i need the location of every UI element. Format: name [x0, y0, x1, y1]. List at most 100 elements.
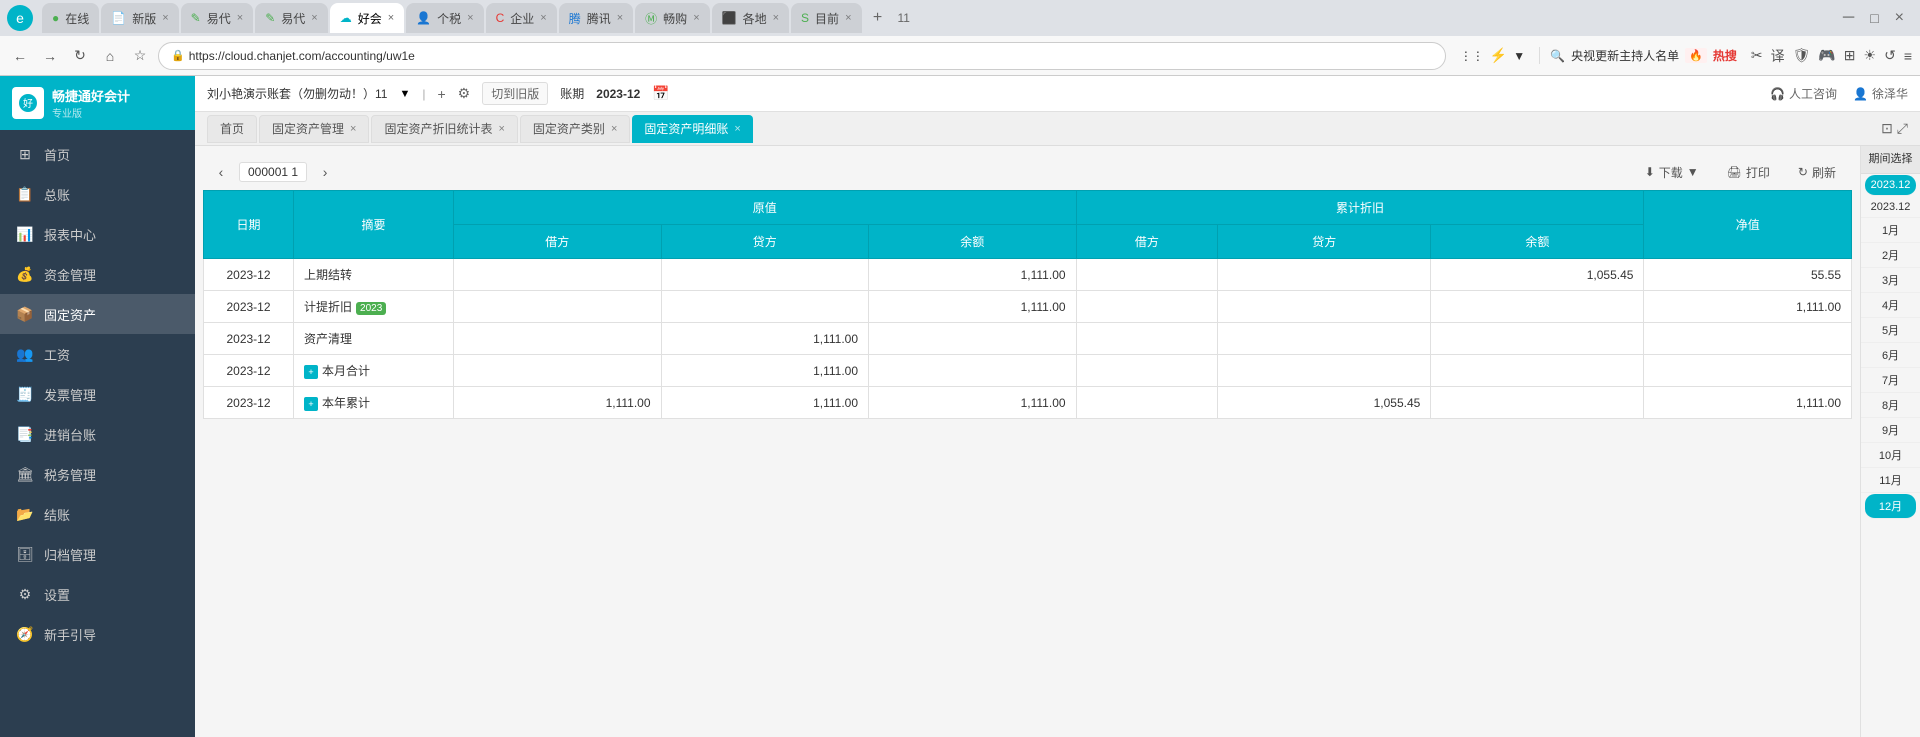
period-item[interactable]: 6月 [1861, 343, 1920, 368]
period-item[interactable]: 2月 [1861, 243, 1920, 268]
period-item[interactable]: 3月 [1861, 268, 1920, 293]
period-item[interactable]: 2023.12 [1861, 197, 1920, 218]
page-tab-home[interactable]: 首页 [207, 115, 257, 143]
cell-date: 2023-12 [204, 259, 294, 291]
tab-restore-icon[interactable]: ⊡ [1881, 120, 1893, 137]
sidebar-item-purchase-sales[interactable]: 📑 进销台账 [0, 414, 195, 454]
fixed-assets-table: 日期 摘要 原值 累计折旧 净值 借方 贷方 余额 借方 [203, 190, 1852, 419]
browser-tab-yidai1[interactable]: ✎ 易代 × [181, 3, 254, 33]
prev-page-btn[interactable]: ‹ [211, 162, 231, 182]
tab-more-btn[interactable]: 11 [898, 11, 910, 25]
browser-tab-chang[interactable]: Ⓜ 畅购 × [635, 3, 709, 33]
tab-close-new[interactable]: × [162, 12, 168, 24]
tab-close-yidai2[interactable]: × [311, 12, 317, 24]
sidebar-item-close-account[interactable]: 📂 结账 [0, 494, 195, 534]
page-tab-category-close[interactable]: × [611, 123, 617, 135]
window-minimize-btn[interactable]: ─ [1839, 9, 1858, 27]
cell-accum-balance: 1,055.45 [1431, 259, 1644, 291]
page-tab-detail[interactable]: 固定资产明细账 × [632, 115, 752, 143]
browser-tab-geshui[interactable]: 👤 个税 × [406, 3, 483, 33]
next-page-btn[interactable]: › [315, 162, 335, 182]
customer-service-btn[interactable]: 🎧 人工咨询 [1770, 85, 1837, 102]
tab-close-tencent[interactable]: × [617, 12, 623, 24]
period-item[interactable]: 2023.12 [1865, 175, 1916, 196]
tab-close-haokuai[interactable]: × [388, 12, 394, 24]
new-account-btn[interactable]: + [437, 86, 445, 102]
sidebar-item-tax[interactable]: 🏛 税务管理 [0, 454, 195, 494]
tab-close-chang[interactable]: × [693, 12, 699, 24]
page-tab-category[interactable]: 固定资产类别 × [520, 115, 630, 143]
reload-button[interactable]: ↻ [68, 44, 92, 68]
sidebar-item-ledger[interactable]: 📋 总账 [0, 174, 195, 214]
forward-button[interactable]: → [38, 44, 62, 68]
browser-tab-yidai2[interactable]: ✎ 易代 × [255, 3, 328, 33]
page-tab-depreciation-close[interactable]: × [498, 123, 504, 135]
menu-icon[interactable]: ≡ [1904, 48, 1912, 64]
period-item[interactable]: 7月 [1861, 368, 1920, 393]
period-item[interactable]: 11月 [1861, 468, 1920, 493]
period-item[interactable]: 12月 [1865, 494, 1916, 519]
window-close-btn[interactable]: × [1891, 9, 1908, 27]
browser-tab-online[interactable]: ● 在线 [42, 3, 99, 33]
new-tab-button[interactable]: + [864, 4, 892, 32]
sidebar-item-settings[interactable]: ⚙ 设置 [0, 574, 195, 614]
period-calendar-icon[interactable]: 📅 [652, 85, 669, 102]
account-dropdown-icon[interactable]: ▼ [399, 88, 410, 100]
tab-close-muqian[interactable]: × [845, 12, 851, 24]
back-button[interactable]: ← [8, 44, 32, 68]
browser-tab-new[interactable]: 📄 新版 × [101, 3, 178, 33]
bookmark-button[interactable]: ☆ [128, 44, 152, 68]
tab-close-gedi[interactable]: × [773, 12, 779, 24]
history-icon[interactable]: ↺ [1884, 47, 1896, 64]
period-value: 2023-12 [596, 87, 640, 101]
user-profile-btn[interactable]: 👤 徐泽华 [1853, 85, 1908, 102]
print-btn[interactable]: 🖨 打印 [1719, 160, 1778, 185]
tab-expand-icon[interactable]: ⤢ [1897, 120, 1908, 137]
layout-icon[interactable]: ⊞ [1844, 47, 1856, 64]
switch-version-btn[interactable]: 切到旧版 [482, 82, 548, 105]
period-item[interactable]: 4月 [1861, 293, 1920, 318]
sidebar-item-payroll[interactable]: 👥 工资 [0, 334, 195, 374]
refresh-btn[interactable]: ↻ 刷新 [1790, 160, 1844, 185]
sidebar-item-invoice[interactable]: 🧾 发票管理 [0, 374, 195, 414]
period-item[interactable]: 5月 [1861, 318, 1920, 343]
period-item[interactable]: 10月 [1861, 443, 1920, 468]
page-tab-depreciation[interactable]: 固定资产折旧统计表 × [371, 115, 517, 143]
tab-close-enterprise[interactable]: × [540, 12, 546, 24]
tab-close-geshui[interactable]: × [467, 12, 473, 24]
translate-icon[interactable]: 译 [1771, 46, 1785, 66]
page-tab-asset-mgmt-close[interactable]: × [350, 123, 356, 135]
sidebar-item-guide[interactable]: 🧭 新手引导 [0, 614, 195, 654]
period-item[interactable]: 1月 [1861, 218, 1920, 243]
dropdown-icon[interactable]: ▼ [1513, 49, 1525, 63]
game-icon[interactable]: 🎮 [1818, 47, 1835, 64]
sidebar-item-finance[interactable]: 💰 资金管理 [0, 254, 195, 294]
page-tabs: 首页 固定资产管理 × 固定资产折旧统计表 × 固定资产类别 × 固定资产明细账… [195, 112, 1920, 146]
tab-favicon-chang: Ⓜ [645, 10, 657, 27]
browser-tab-gedi[interactable]: ⬛ 各地 × [712, 3, 789, 33]
period-item[interactable]: 8月 [1861, 393, 1920, 418]
scissors-icon[interactable]: ✂ [1751, 47, 1763, 64]
sidebar-item-archive[interactable]: 🗄 归档管理 [0, 534, 195, 574]
cell-orig-credit: 1,111.00 [661, 323, 869, 355]
browser-tab-tencent[interactable]: 腾 腾讯 × [559, 3, 633, 33]
window-maximize-btn[interactable]: □ [1866, 10, 1882, 26]
browser-tab-haokuai[interactable]: ☁ 好会 × [330, 3, 404, 33]
browser-grid-icon[interactable]: ⋮⋮ [1460, 49, 1484, 63]
sidebar-item-home[interactable]: ⊞ 首页 [0, 134, 195, 174]
brightness-icon[interactable]: ☀ [1864, 47, 1877, 64]
settings-gear-btn[interactable]: ⚙ [458, 85, 471, 102]
sidebar-item-fixed-assets[interactable]: 📦 固定资产 [0, 294, 195, 334]
lightning-icon[interactable]: ⚡ [1490, 47, 1507, 64]
page-tab-detail-close[interactable]: × [734, 123, 740, 135]
sidebar-item-reports[interactable]: 📊 报表中心 [0, 214, 195, 254]
shield-icon[interactable]: 🛡 [1793, 47, 1811, 64]
page-tab-asset-mgmt[interactable]: 固定资产管理 × [259, 115, 369, 143]
browser-tab-enterprise[interactable]: C 企业 × [486, 3, 557, 33]
browser-tab-muqian[interactable]: S 目前 × [791, 3, 861, 33]
period-item[interactable]: 9月 [1861, 418, 1920, 443]
download-btn[interactable]: ⬇ 下载 ▼ [1637, 160, 1707, 185]
address-input[interactable]: 🔒 https://cloud.chanjet.com/accounting/u… [158, 42, 1446, 70]
tab-close-yidai1[interactable]: × [237, 12, 243, 24]
home-button[interactable]: ⌂ [98, 44, 122, 68]
